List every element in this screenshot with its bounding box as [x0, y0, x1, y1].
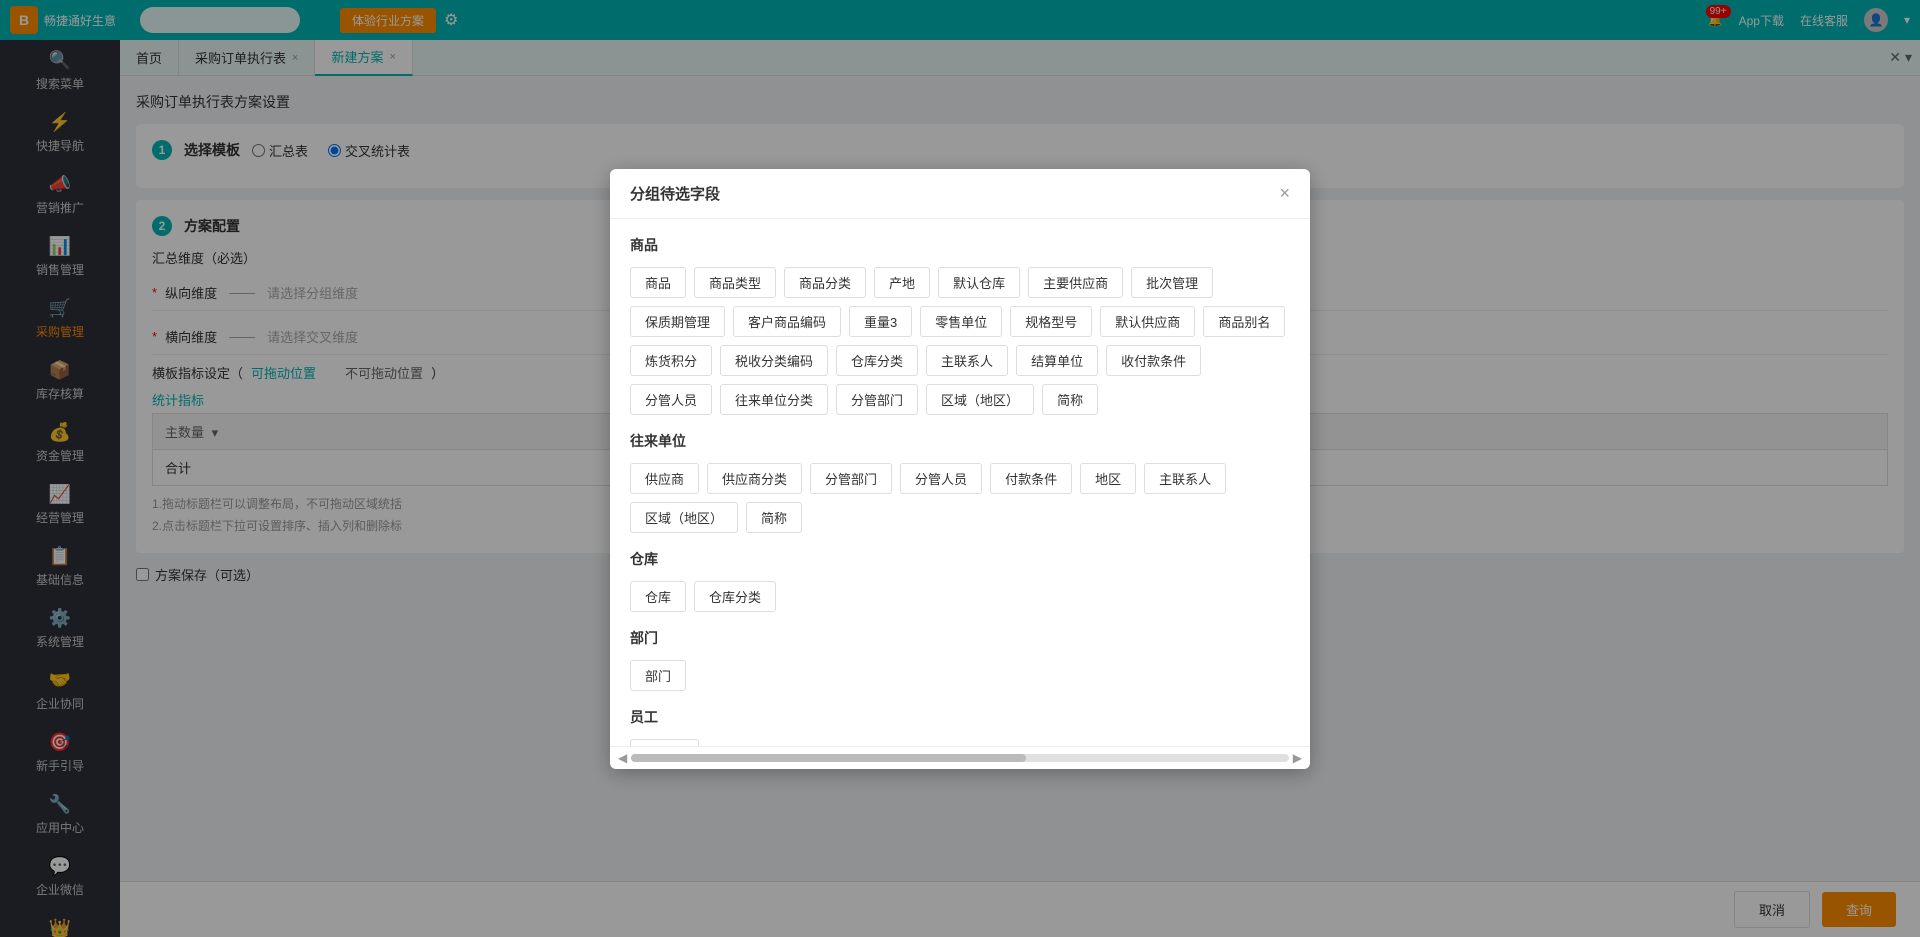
section-title-goods: 商品: [630, 235, 1290, 255]
staff-field-tags: 业务员: [630, 739, 1290, 746]
section-title-dept: 部门: [630, 628, 1290, 648]
field-tag-origin[interactable]: 产地: [874, 267, 930, 298]
field-tag-weight3[interactable]: 重量3: [849, 306, 912, 337]
field-tag-supervise-person[interactable]: 分管人员: [630, 384, 712, 415]
field-tag-retail-unit[interactable]: 零售单位: [920, 306, 1002, 337]
field-tag-supplier[interactable]: 供应商: [630, 463, 699, 494]
field-tag-region[interactable]: 区域（地区）: [926, 384, 1034, 415]
field-tag-abbr[interactable]: 简称: [1042, 384, 1098, 415]
warehouse-field-tags: 仓库 仓库分类: [630, 581, 1290, 612]
field-tag-goods-category[interactable]: 商品分类: [784, 267, 866, 298]
hscroll-left-arrow[interactable]: ◀: [618, 751, 627, 765]
field-tag-supplier-category[interactable]: 供应商分类: [707, 463, 802, 494]
field-select-modal: 分组待选字段 × 商品 商品 商品类型 商品分类 产地 默认仓库 主要供应商 批…: [610, 169, 1310, 769]
modal-body: 商品 商品 商品类型 商品分类 产地 默认仓库 主要供应商 批次管理 保质期管理…: [610, 219, 1310, 746]
field-tag-warehouse[interactable]: 仓库: [630, 581, 686, 612]
modal-hscroll: ◀ ▶: [610, 746, 1310, 769]
hscroll-right-arrow[interactable]: ▶: [1293, 751, 1302, 765]
field-tag-payment-terms[interactable]: 收付款条件: [1106, 345, 1201, 376]
field-tag-main-supplier[interactable]: 主要供应商: [1028, 267, 1123, 298]
field-tag-supervise-dept[interactable]: 分管部门: [836, 384, 918, 415]
field-tag-payment-cond[interactable]: 付款条件: [990, 463, 1072, 494]
section-title-warehouse: 仓库: [630, 549, 1290, 569]
field-tag-main-contact[interactable]: 主联系人: [926, 345, 1008, 376]
modal-close-button[interactable]: ×: [1279, 184, 1290, 202]
field-tag-refine-points[interactable]: 炼货积分: [630, 345, 712, 376]
hscroll-track[interactable]: [631, 754, 1289, 762]
field-tag-tax-code[interactable]: 税收分类编码: [720, 345, 828, 376]
field-tag-batch-mgmt[interactable]: 批次管理: [1131, 267, 1213, 298]
field-tag-spec-model[interactable]: 规格型号: [1010, 306, 1092, 337]
field-tag-abbr2[interactable]: 简称: [746, 502, 802, 533]
field-tag-goods-alias[interactable]: 商品别名: [1203, 306, 1285, 337]
modal-header: 分组待选字段 ×: [610, 169, 1310, 219]
modal-title: 分组待选字段: [630, 183, 720, 204]
field-tag-main-contact2[interactable]: 主联系人: [1144, 463, 1226, 494]
field-tag-goods[interactable]: 商品: [630, 267, 686, 298]
field-tag-settlement-unit[interactable]: 结算单位: [1016, 345, 1098, 376]
field-tag-warehouse-cat[interactable]: 仓库分类: [694, 581, 776, 612]
field-tag-partner-category[interactable]: 往来单位分类: [720, 384, 828, 415]
field-tag-area[interactable]: 地区: [1080, 463, 1136, 494]
field-tag-customer-code[interactable]: 客户商品编码: [733, 306, 841, 337]
field-tag-department[interactable]: 部门: [630, 660, 686, 691]
field-tag-region2[interactable]: 区域（地区）: [630, 502, 738, 533]
field-tag-warehouse-category[interactable]: 仓库分类: [836, 345, 918, 376]
field-tag-goods-type[interactable]: 商品类型: [694, 267, 776, 298]
hscroll-thumb: [631, 754, 1026, 762]
field-tag-expire-mgmt[interactable]: 保质期管理: [630, 306, 725, 337]
section-title-staff: 员工: [630, 707, 1290, 727]
field-tag-default-supplier[interactable]: 默认供应商: [1100, 306, 1195, 337]
field-tag-default-warehouse[interactable]: 默认仓库: [938, 267, 1020, 298]
partner-field-tags: 供应商 供应商分类 分管部门 分管人员 付款条件 地区 主联系人 区域（地区） …: [630, 463, 1290, 533]
dept-field-tags: 部门: [630, 660, 1290, 691]
goods-field-tags: 商品 商品类型 商品分类 产地 默认仓库 主要供应商 批次管理 保质期管理 客户…: [630, 267, 1290, 415]
section-title-partner: 往来单位: [630, 431, 1290, 451]
field-tag-salesperson[interactable]: 业务员: [630, 739, 699, 746]
modal-overlay: 分组待选字段 × 商品 商品 商品类型 商品分类 产地 默认仓库 主要供应商 批…: [0, 0, 1920, 937]
field-tag-dept[interactable]: 分管部门: [810, 463, 892, 494]
field-tag-person[interactable]: 分管人员: [900, 463, 982, 494]
